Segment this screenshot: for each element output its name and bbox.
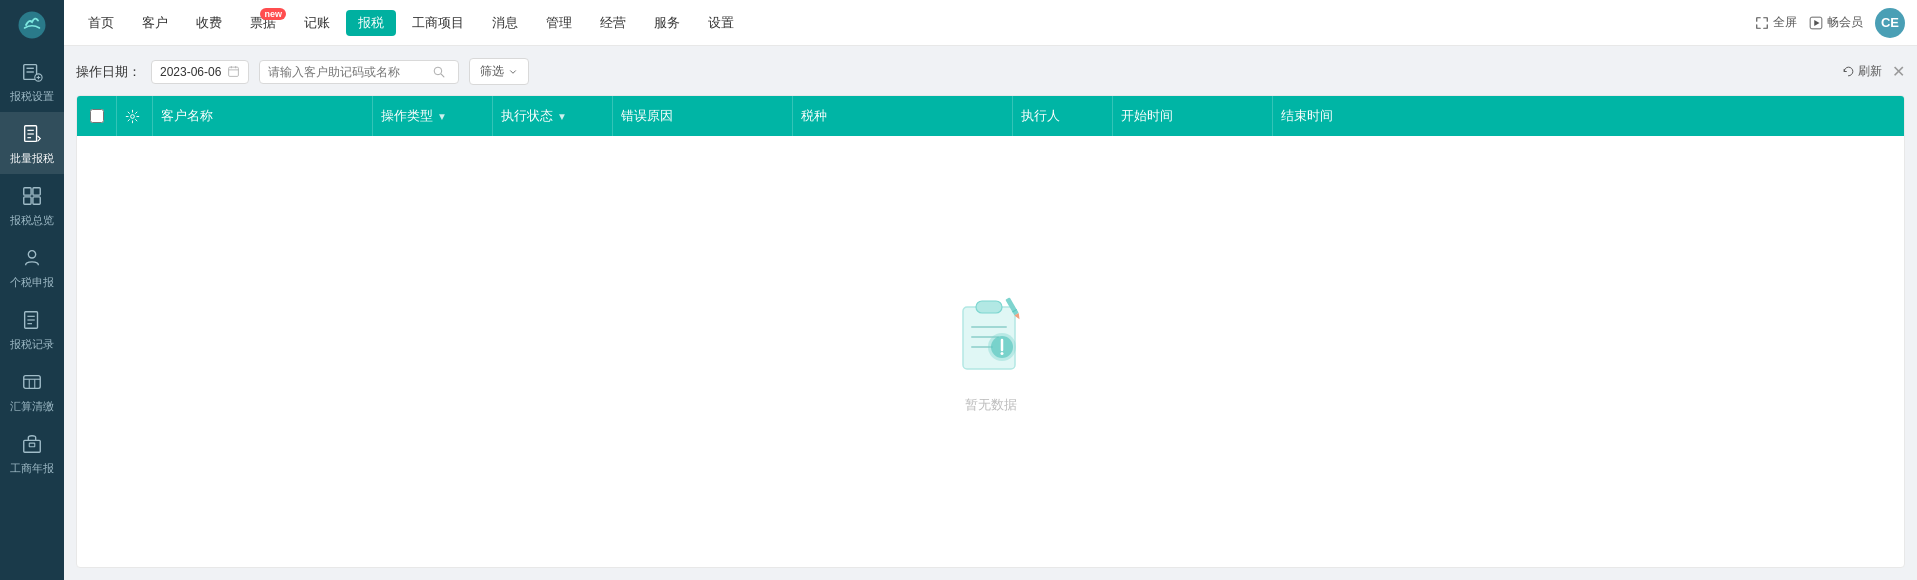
sidebar-item-geshui-shenbao[interactable]: 个税申报 bbox=[0, 236, 64, 298]
svg-line-33 bbox=[442, 74, 445, 77]
svg-rect-14 bbox=[33, 197, 40, 204]
date-picker[interactable]: 2023-06-06 bbox=[151, 60, 249, 84]
toolbar: 操作日期： 2023-06-06 筛选 bbox=[76, 58, 1905, 85]
sidebar-item-label: 工商年报 bbox=[10, 461, 54, 476]
svg-point-15 bbox=[28, 251, 35, 258]
sidebar-item-huisuan-jiaona[interactable]: 汇算清缴 bbox=[0, 360, 64, 422]
member-button[interactable]: 畅会员 bbox=[1809, 14, 1863, 31]
baoshui-shezhi-icon bbox=[18, 58, 46, 86]
table-header: 客户名称 操作类型 ▼ 执行状态 ▼ 错误原因 税种 执行人 bbox=[77, 96, 1904, 136]
piliang-baoshui-icon bbox=[18, 120, 46, 148]
svg-rect-28 bbox=[229, 67, 239, 76]
sidebar-item-piliang-baoshui[interactable]: 批量报税 bbox=[0, 112, 64, 174]
nav-item-guanli[interactable]: 管理 bbox=[534, 10, 584, 36]
th-operation-type[interactable]: 操作类型 ▼ bbox=[373, 96, 493, 136]
svg-rect-25 bbox=[29, 443, 35, 447]
topnav-right: 全屏 畅会员 CE bbox=[1755, 8, 1905, 38]
huisuan-jiaona-icon bbox=[18, 368, 46, 396]
nav-item-jingying[interactable]: 经营 bbox=[588, 10, 638, 36]
nav-items: 首页 客户 收费 票据 new 记账 报税 工商项目 消息 管理 经营 服务 设… bbox=[76, 10, 1755, 36]
svg-marker-27 bbox=[1814, 20, 1819, 26]
sidebar-item-label: 汇算清缴 bbox=[10, 399, 54, 414]
refresh-icon bbox=[1842, 65, 1855, 78]
fullscreen-icon bbox=[1755, 16, 1769, 30]
sidebar-item-label: 报税记录 bbox=[10, 337, 54, 352]
sidebar-item-baoshui-jilu[interactable]: 报税记录 bbox=[0, 298, 64, 360]
sidebar-item-baoshui-zonglAN[interactable]: 报税总览 bbox=[0, 174, 64, 236]
th-tax-type: 税种 bbox=[793, 96, 1013, 136]
toolbar-right: 刷新 ✕ bbox=[1842, 62, 1905, 81]
play-icon bbox=[1809, 16, 1823, 30]
svg-point-43 bbox=[1001, 352, 1004, 355]
filter-button[interactable]: 筛选 bbox=[469, 58, 529, 85]
date-value: 2023-06-06 bbox=[160, 65, 221, 79]
select-all-checkbox[interactable] bbox=[90, 109, 104, 123]
th-error-reason: 错误原因 bbox=[613, 96, 793, 136]
th-exec-status[interactable]: 执行状态 ▼ bbox=[493, 96, 613, 136]
app-logo[interactable] bbox=[0, 0, 64, 50]
sidebar-item-label: 个税申报 bbox=[10, 275, 54, 290]
svg-rect-13 bbox=[24, 197, 31, 204]
th-settings bbox=[117, 96, 153, 136]
sort-icon: ▼ bbox=[437, 111, 447, 122]
nav-item-xiaoxi[interactable]: 消息 bbox=[480, 10, 530, 36]
sidebar-item-label: 批量报税 bbox=[10, 151, 54, 166]
sidebar-item-label: 报税设置 bbox=[10, 89, 54, 104]
search-input[interactable] bbox=[268, 65, 428, 79]
nav-item-customer[interactable]: 客户 bbox=[130, 10, 180, 36]
nav-item-shoufei[interactable]: 收费 bbox=[184, 10, 234, 36]
refresh-button[interactable]: 刷新 bbox=[1842, 63, 1882, 80]
gongshang-nianbao-icon bbox=[18, 430, 46, 458]
nav-item-baoshui[interactable]: 报税 bbox=[346, 10, 396, 36]
sidebar-item-label: 报税总览 bbox=[10, 213, 54, 228]
th-end-time: 结束时间 bbox=[1273, 96, 1393, 136]
th-executor: 执行人 bbox=[1013, 96, 1113, 136]
svg-point-34 bbox=[131, 114, 135, 118]
search-icon bbox=[432, 65, 445, 78]
sidebar: 报税设置 批量报税 报税总览 bbox=[0, 0, 64, 580]
main-wrapper: 首页 客户 收费 票据 new 记账 报税 工商项目 消息 管理 经营 服务 设… bbox=[64, 0, 1917, 580]
empty-illustration bbox=[948, 289, 1033, 384]
th-customer-name: 客户名称 bbox=[153, 96, 373, 136]
svg-rect-11 bbox=[24, 188, 31, 195]
refresh-label: 刷新 bbox=[1858, 63, 1882, 80]
close-button[interactable]: ✕ bbox=[1892, 62, 1905, 81]
new-badge: new bbox=[260, 8, 286, 20]
svg-point-32 bbox=[435, 67, 443, 75]
settings-icon bbox=[125, 109, 140, 124]
th-start-time: 开始时间 bbox=[1113, 96, 1273, 136]
search-box[interactable] bbox=[259, 60, 459, 84]
sidebar-item-baoshui-shezhi[interactable]: 报税设置 bbox=[0, 50, 64, 112]
member-label: 畅会员 bbox=[1827, 14, 1863, 31]
filter-label: 筛选 bbox=[480, 63, 504, 80]
nav-item-jizhang[interactable]: 记账 bbox=[292, 10, 342, 36]
nav-item-fuwu[interactable]: 服务 bbox=[642, 10, 692, 36]
topnav: 首页 客户 收费 票据 new 记账 报税 工商项目 消息 管理 经营 服务 设… bbox=[64, 0, 1917, 46]
fullscreen-button[interactable]: 全屏 bbox=[1755, 14, 1797, 31]
svg-rect-20 bbox=[24, 376, 41, 389]
calendar-icon bbox=[227, 65, 240, 78]
nav-item-piaoju[interactable]: 票据 new bbox=[238, 10, 288, 36]
empty-state: 暂无数据 bbox=[77, 136, 1904, 567]
nav-item-home[interactable]: 首页 bbox=[76, 10, 126, 36]
sidebar-item-gongshang-nianbao[interactable]: 工商年报 bbox=[0, 422, 64, 484]
th-checkbox[interactable] bbox=[77, 96, 117, 136]
nav-item-gongshang[interactable]: 工商项目 bbox=[400, 10, 476, 36]
chevron-down-icon bbox=[508, 67, 518, 77]
fullscreen-label: 全屏 bbox=[1773, 14, 1797, 31]
baoshui-jilu-icon bbox=[18, 306, 46, 334]
nav-item-shezhi[interactable]: 设置 bbox=[696, 10, 746, 36]
date-label: 操作日期： bbox=[76, 63, 141, 81]
geshui-shenbao-icon bbox=[18, 244, 46, 272]
avatar[interactable]: CE bbox=[1875, 8, 1905, 38]
sort-icon: ▼ bbox=[557, 111, 567, 122]
svg-rect-36 bbox=[976, 301, 1002, 313]
empty-text: 暂无数据 bbox=[965, 396, 1017, 414]
content-area: 操作日期： 2023-06-06 筛选 bbox=[64, 46, 1917, 580]
baoshui-zonglAN-icon bbox=[18, 182, 46, 210]
svg-rect-12 bbox=[33, 188, 40, 195]
table-container: 客户名称 操作类型 ▼ 执行状态 ▼ 错误原因 税种 执行人 bbox=[76, 95, 1905, 568]
